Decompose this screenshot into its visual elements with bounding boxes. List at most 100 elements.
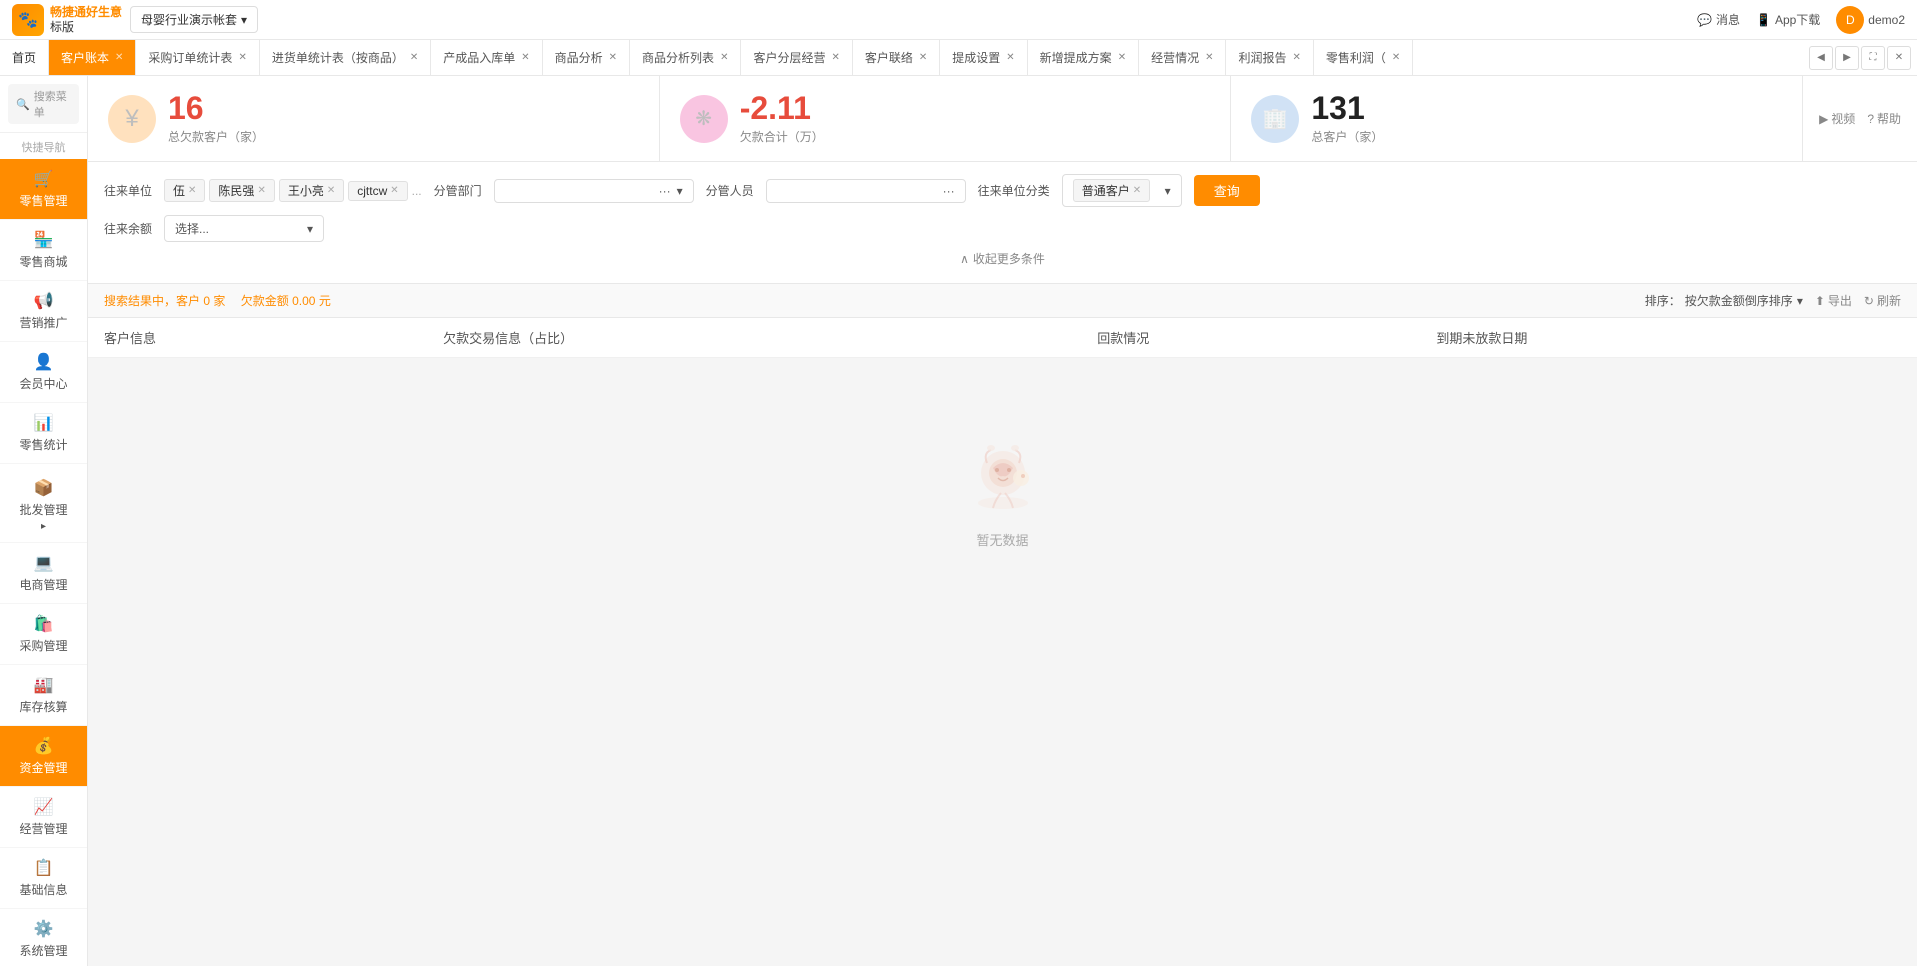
tab-profit-report-close[interactable]: ✕: [1293, 52, 1301, 63]
sidebar-item-capital[interactable]: 💰 资金管理: [0, 726, 87, 787]
message-label: 消息: [1716, 11, 1740, 28]
tab-purchase-order-close[interactable]: ✕: [238, 52, 246, 63]
filter-tag-cjttcw-close[interactable]: ✕: [390, 185, 398, 196]
tab-business-status[interactable]: 经营情况 ✕: [1139, 40, 1226, 76]
empty-state: 暂无数据: [88, 358, 1917, 629]
sidebar-item-retail-mall-label: 零售商城: [19, 253, 67, 270]
col-debt-trade: 欠款交易信息（占比）: [427, 318, 1081, 358]
collapse-label: 收起更多条件: [973, 250, 1045, 267]
filter-tag-wu-close[interactable]: ✕: [188, 185, 196, 196]
unit-class-tag-close[interactable]: ✕: [1133, 185, 1141, 196]
tab-goods-analysis-close[interactable]: ✕: [609, 52, 617, 63]
tab-maximize[interactable]: ⛶: [1861, 46, 1885, 70]
tab-home[interactable]: 首页: [0, 40, 49, 76]
sidebar-item-ecommerce[interactable]: 💻 电商管理: [0, 543, 87, 604]
sidebar-item-purchase[interactable]: 🛍️ 采购管理: [0, 604, 87, 665]
tab-business-status-close[interactable]: ✕: [1205, 52, 1213, 63]
collapse-button[interactable]: ∧ 收起更多条件: [104, 250, 1901, 267]
tab-goods-analysis-list[interactable]: 商品分析列表 ✕: [630, 40, 741, 76]
search-box[interactable]: 🔍 搜索菜单: [8, 84, 79, 124]
tab-actions: ◀ ▶ ⛶ ✕: [1803, 46, 1917, 70]
help-link[interactable]: ? 帮助: [1867, 110, 1901, 127]
tab-retail-profit-close[interactable]: ✕: [1392, 52, 1400, 63]
query-button[interactable]: 查询: [1194, 175, 1260, 206]
stats-panel-right: ▶ 视频 ? 帮助: [1803, 76, 1917, 161]
tab-new-promotion[interactable]: 新增提成方案 ✕: [1028, 40, 1139, 76]
sidebar-item-member[interactable]: 👤 会员中心: [0, 342, 87, 403]
dept-more-icon: ···: [659, 184, 671, 198]
filter-row-2: 往来余额 选择... ▾: [104, 215, 1901, 242]
balance-filter-label: 往来余额: [104, 220, 152, 237]
sidebar-item-system-label: 系统管理: [19, 942, 67, 959]
tab-scroll-right[interactable]: ▶: [1835, 46, 1859, 70]
sidebar-item-retail-mall[interactable]: 🏪 零售商城: [0, 220, 87, 281]
tab-new-promotion-close[interactable]: ✕: [1118, 52, 1126, 63]
stat-debt-label: 欠款合计（万）: [740, 128, 824, 145]
stat-clients-text: 131 总客户（家）: [1311, 92, 1383, 145]
basic-info-icon: 📋: [34, 858, 54, 878]
filter-tag-wang: 王小亮 ✕: [279, 179, 344, 202]
tab-customer-account[interactable]: 客户账本 ✕: [49, 40, 136, 76]
tab-retail-profit[interactable]: 零售利润（ ✕: [1314, 40, 1413, 76]
tab-goods-analysis-list-close[interactable]: ✕: [720, 52, 728, 63]
sort-value: 按欠款金额倒序排序: [1685, 292, 1793, 309]
sidebar-item-retail-mgmt[interactable]: 🛒 零售管理: [0, 159, 87, 220]
sidebar-search[interactable]: 🔍 搜索菜单: [0, 76, 87, 133]
sidebar-nav-label[interactable]: 快捷导航: [0, 133, 87, 159]
sort-select[interactable]: 排序： 按欠款金额倒序排序 ▾: [1645, 292, 1803, 309]
tab-purchase-stat-close[interactable]: ✕: [410, 52, 418, 63]
video-help-link[interactable]: ▶ 视频: [1819, 110, 1855, 127]
unit-class-select[interactable]: 普通客户 ✕ ▾: [1062, 174, 1182, 207]
sidebar-item-retail-stats[interactable]: 📊 零售统计: [0, 403, 87, 464]
tab-purchase-stat[interactable]: 进货单统计表（按商品） ✕: [260, 40, 431, 76]
tab-close-all[interactable]: ✕: [1887, 46, 1911, 70]
store-selector[interactable]: 母婴行业演示帐套 ▾: [130, 6, 258, 33]
stat-debt-total: ❋ -2.11 欠款合计（万）: [660, 76, 1232, 161]
balance-select[interactable]: 选择... ▾: [164, 215, 324, 242]
person-more-icon: ···: [943, 184, 955, 198]
sidebar-item-operations[interactable]: 📈 经营管理: [0, 787, 87, 848]
tab-profit-report[interactable]: 利润报告 ✕: [1226, 40, 1313, 76]
filter-tag-wu-text: 伍: [173, 182, 185, 199]
member-icon: 👤: [34, 352, 54, 372]
ecommerce-icon: 💻: [34, 553, 54, 573]
refresh-button[interactable]: ↻ 刷新: [1864, 292, 1901, 309]
tab-customer-segment-close[interactable]: ✕: [831, 52, 839, 63]
tab-scroll-left[interactable]: ◀: [1809, 46, 1833, 70]
dept-select[interactable]: ··· ▾: [494, 179, 694, 203]
tab-customer-link[interactable]: 客户联络 ✕: [853, 40, 940, 76]
chevron-up-icon: ∧: [960, 252, 969, 266]
sidebar-item-batch-mgmt[interactable]: 📦 批发管理 ▸: [0, 468, 87, 543]
tab-cost-in-close[interactable]: ✕: [521, 52, 529, 63]
user-menu[interactable]: D demo2: [1836, 6, 1905, 34]
tab-goods-analysis-label: 商品分析: [555, 49, 603, 66]
tab-purchase-order[interactable]: 采购订单统计表 ✕: [136, 40, 259, 76]
sidebar-item-inventory[interactable]: 🏭 库存核算: [0, 665, 87, 726]
sidebar-item-retail-stats-label: 零售统计: [19, 436, 67, 453]
sidebar: 🔍 搜索菜单 快捷导航 🛒 零售管理 🏪 零售商城 📢 营销推广 👤 会员中心 …: [0, 76, 88, 966]
tab-goods-analysis[interactable]: 商品分析 ✕: [543, 40, 630, 76]
sidebar-item-purchase-label: 采购管理: [19, 637, 67, 654]
sidebar-item-system[interactable]: ⚙️ 系统管理: [0, 909, 87, 966]
filter-row-1: 往来单位 伍 ✕ 陈民强 ✕ 王小亮 ✕ cjttcw: [104, 174, 1901, 207]
sidebar-item-batch-mgmt-label: 批发管理: [19, 501, 67, 518]
filter-more-tags[interactable]: ...: [412, 184, 422, 198]
export-button[interactable]: ⬆ 导出: [1815, 292, 1852, 309]
tab-customer-segment[interactable]: 客户分层经营 ✕: [741, 40, 852, 76]
tab-promotion-settings[interactable]: 提成设置 ✕: [940, 40, 1027, 76]
tab-customer-account-close[interactable]: ✕: [115, 52, 123, 63]
filter-tag-wang-close[interactable]: ✕: [327, 185, 335, 196]
main-layout: 🔍 搜索菜单 快捷导航 🛒 零售管理 🏪 零售商城 📢 营销推广 👤 会员中心 …: [0, 76, 1917, 966]
tab-business-status-label: 经营情况: [1151, 49, 1199, 66]
filter-tag-chen-close[interactable]: ✕: [257, 185, 265, 196]
person-select[interactable]: ···: [766, 179, 966, 203]
tab-promotion-settings-close[interactable]: ✕: [1006, 52, 1014, 63]
tab-customer-link-close[interactable]: ✕: [919, 52, 927, 63]
app-download-button[interactable]: 📱 App下载: [1756, 11, 1820, 28]
sidebar-item-operations-label: 经营管理: [19, 820, 67, 837]
message-button[interactable]: 💬 消息: [1697, 11, 1740, 28]
logo-area: 🐾 畅捷通好生意 标版: [12, 4, 122, 36]
sidebar-item-marketing[interactable]: 📢 营销推广: [0, 281, 87, 342]
sidebar-item-basic-info[interactable]: 📋 基础信息: [0, 848, 87, 909]
tab-cost-in[interactable]: 产成品入库单 ✕: [431, 40, 542, 76]
